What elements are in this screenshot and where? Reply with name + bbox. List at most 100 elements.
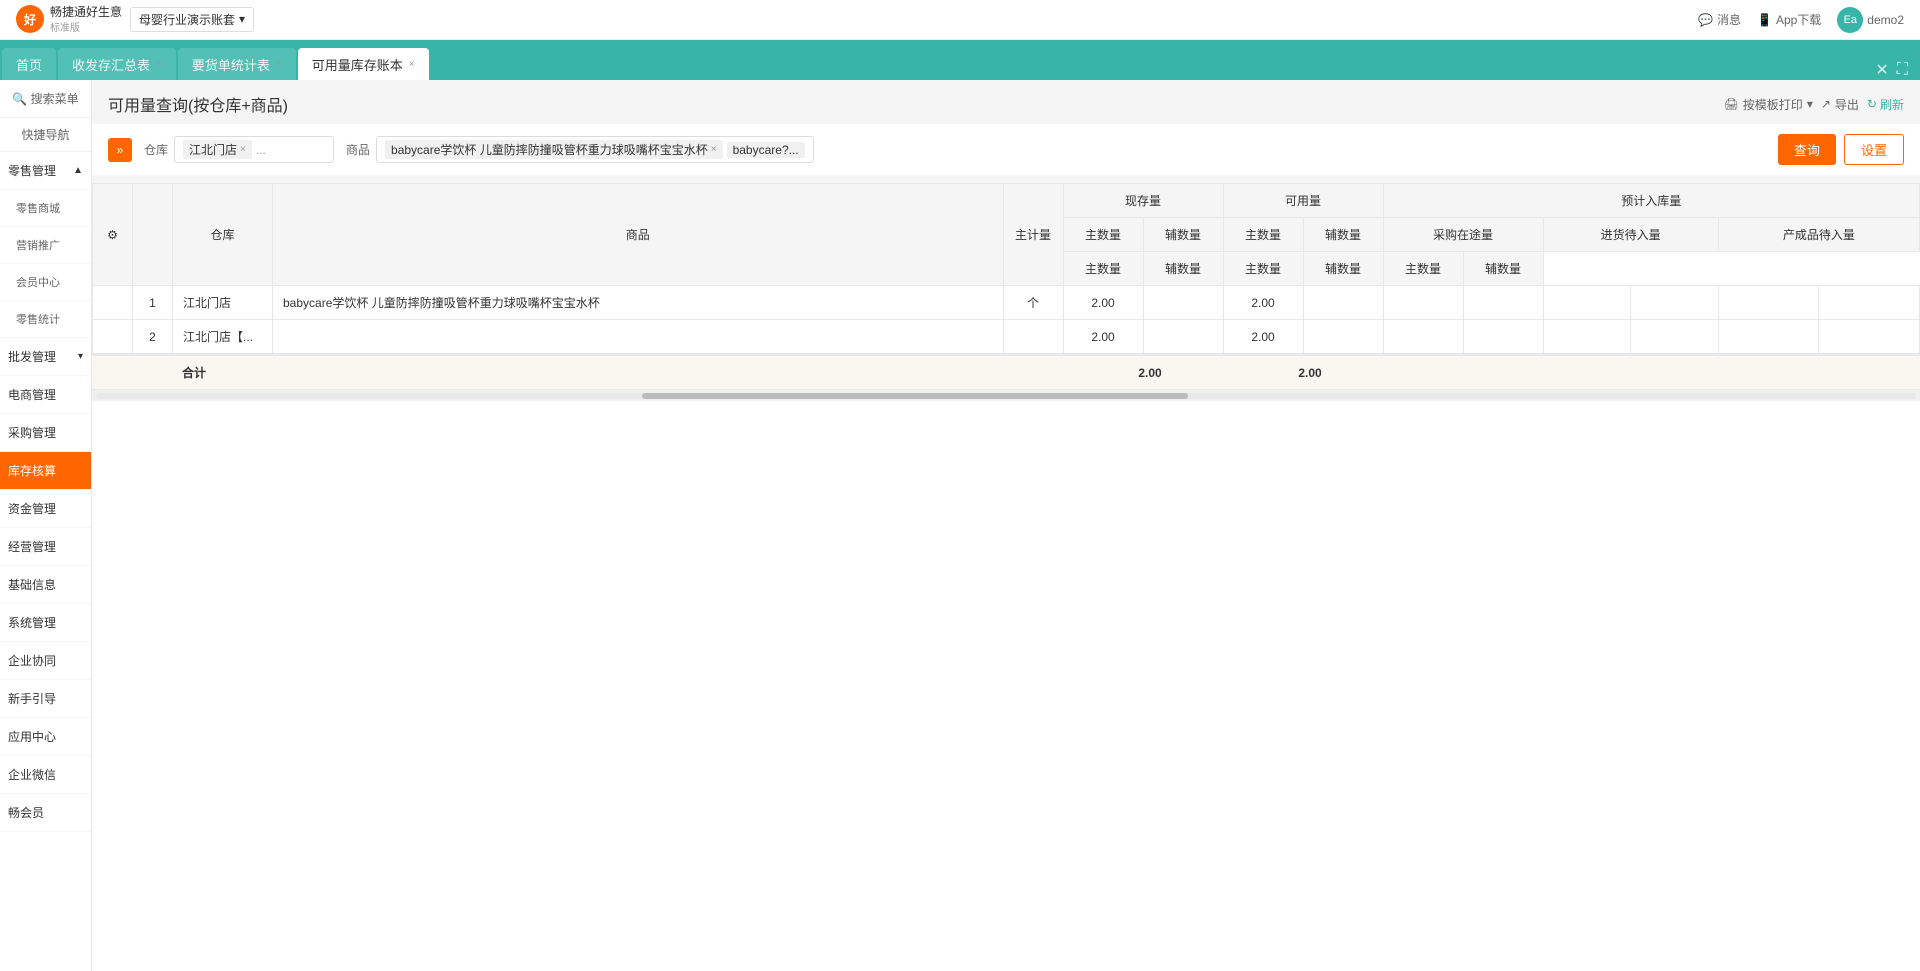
sidebar-item-pifa[interactable]: 批发管理 ▾ [0,338,91,376]
tab-label: 收发存汇总表 [72,55,150,74]
th-purchase-transit-aux: 辅数量 [1143,252,1223,286]
filter-actions: 查询 设置 [1778,134,1904,165]
sidebar-item-jingying[interactable]: 经营管理 [0,528,91,566]
tab-yaohuo[interactable]: 要货单统计表 × [178,48,296,80]
chevron-down-icon: ▾ [1807,97,1813,111]
chevron-down-icon: ▾ [239,12,245,26]
cell-stock-main: 2.00 [1063,320,1143,354]
sidebar-item-lingxiao[interactable]: 零售管理 ▲ [0,152,91,190]
user-menu[interactable]: Ea demo2 [1837,7,1904,33]
footer-stock-main: 2.00 [1110,366,1190,380]
sidebar-item-qiye-weixin[interactable]: 企业微信 [0,756,91,794]
cell-product [273,320,1004,354]
store-selector[interactable]: 母婴行业演示账套 ▾ [130,7,254,32]
top-bar-left: 好 畅捷通好生意 标准版 母婴行业演示账套 ▾ [16,5,254,34]
tab-shoufa[interactable]: 收发存汇总表 × [58,48,176,80]
main-layout: 🔍 搜索菜单 快捷导航 零售管理 ▲ 零售商城 营销推广 会员中心 零售统计 批… [0,80,1920,971]
sidebar-item-shop[interactable]: 零售商城 [0,190,91,227]
setting-button[interactable]: 设置 [1844,134,1904,165]
cell-stock-aux [1143,320,1223,354]
remove-tag-icon[interactable]: × [240,144,246,155]
chevron-icon: ▲ [73,165,83,176]
cell-stock-aux [1143,286,1223,320]
cell-unit [1003,320,1063,354]
filter-toggle-btn[interactable]: » [108,138,132,162]
export-icon: ↗ [1821,97,1831,111]
warehouse-tags[interactable]: 江北门店 × ... [174,136,334,163]
th-unit: 主计量 [1003,184,1063,286]
cell-settings [93,286,133,320]
cell-available-aux [1303,320,1383,354]
tab-home[interactable]: 首页 [2,48,56,80]
cell-available-main: 2.00 [1223,286,1303,320]
page-title: 可用量查询(按仓库+商品) [108,92,288,116]
sidebar-item-dianshang[interactable]: 电商管理 [0,376,91,414]
cell-no: 2 [133,320,173,354]
th-purchase-transit-group: 采购在途量 [1383,218,1543,252]
th-warehouse: 仓库 [173,184,273,286]
sidebar-item-chang-huiyuan[interactable]: 畅会员 [0,794,91,832]
th-product-pending-main: 主数量 [1383,252,1463,286]
th-purchase-transit-main: 主数量 [1063,252,1143,286]
sidebar-item-huiyuan[interactable]: 会员中心 [0,264,91,301]
th-inbound-pending-aux: 辅数量 [1303,252,1383,286]
cell-settings [93,320,133,354]
tab-close-icon[interactable]: × [156,59,162,70]
sidebar-item-jichu[interactable]: 基础信息 [0,566,91,604]
remove-tag-icon[interactable]: × [711,144,717,155]
store-name: 母婴行业演示账套 [139,11,235,28]
page-header: 可用量查询(按仓库+商品) 🖨 按模板打印 ▾ ↗ 导出 ↻ 刷新 [92,80,1920,124]
th-inbound-pending-main: 主数量 [1223,252,1303,286]
sidebar-item-yingyong[interactable]: 应用中心 [0,718,91,756]
close-all-tabs-icon[interactable]: ✕ [1875,60,1888,80]
print-btn[interactable]: 🖨 按模板打印 ▾ [1724,96,1813,113]
sidebar-item-qiye[interactable]: 企业协同 [0,642,91,680]
sidebar-item-xinshou[interactable]: 新手引导 [0,680,91,718]
th-available-main: 主数量 [1223,218,1303,252]
content-area: 可用量查询(按仓库+商品) 🖨 按模板打印 ▾ ↗ 导出 ↻ 刷新 [92,80,1920,971]
export-btn[interactable]: ↗ 导出 [1821,96,1859,113]
app-icon: 📱 [1757,13,1772,27]
search-icon: 🔍 [12,92,27,106]
scroll-thumb [642,393,1188,399]
message-btn[interactable]: 💬 消息 [1698,11,1741,28]
logo: 好 畅捷通好生意 标准版 [16,5,122,34]
sidebar-quick-nav[interactable]: 快捷导航 [0,118,91,152]
query-button[interactable]: 查询 [1778,134,1836,165]
product-tags[interactable]: babycare学饮杯 儿童防摔防撞吸管杯重力球吸嘴杯宝宝水杯 × babyca… [376,136,814,163]
app-download-btn[interactable]: 📱 App下载 [1757,11,1821,28]
sidebar-search[interactable]: 🔍 搜索菜单 [0,80,91,118]
cell-available-aux [1303,286,1383,320]
footer-label: 合计 [182,364,282,381]
cell-stock-main: 2.00 [1063,286,1143,320]
tab-keyongliang[interactable]: 可用量库存账本 × [298,48,429,80]
sidebar-item-xitong[interactable]: 系统管理 [0,604,91,642]
sidebar-item-zijin[interactable]: 资金管理 [0,490,91,528]
tab-label: 首页 [16,55,42,74]
th-stock-group: 现存量 [1063,184,1223,218]
cell-product-pending-main [1718,286,1819,320]
message-icon: 💬 [1698,13,1713,27]
sidebar-item-lingxiao-stat[interactable]: 零售统计 [0,301,91,338]
th-forecast-group: 预计入库量 [1383,184,1919,218]
tab-bar: 首页 收发存汇总表 × 要货单统计表 × 可用量库存账本 × ✕ ⛶ [0,40,1920,80]
sidebar-item-yingxiao[interactable]: 营销推广 [0,227,91,264]
cell-inbound-pending-aux [1631,286,1719,320]
printer-icon: 🖨 [1724,97,1739,111]
cell-product: babycare学饮杯 儿童防摔防撞吸管杯重力球吸嘴杯宝宝水杯 [273,286,1004,320]
filter-area: » 仓库 江北门店 × ... 商品 babycare学饮杯 儿童防摔防撞吸管杯… [92,124,1920,175]
more-filters-icon[interactable]: ... [256,143,266,157]
tab-close-icon[interactable]: × [409,59,415,70]
th-inbound-pending-group: 进货待入量 [1543,218,1718,252]
cell-inbound-pending-main [1543,286,1631,320]
refresh-btn[interactable]: ↻ 刷新 [1867,96,1904,113]
horizontal-scrollbar[interactable] [92,389,1920,401]
sidebar-item-kucun[interactable]: 库存核算 [0,452,91,490]
data-table: ⚙ 仓库 商品 主计量 现存量 [92,183,1920,354]
th-settings[interactable]: ⚙ [93,184,133,286]
refresh-icon: ↻ [1867,97,1877,111]
sidebar-item-caigou[interactable]: 采购管理 [0,414,91,452]
expand-icon[interactable]: ⛶ [1897,61,1908,79]
tab-close-icon[interactable]: × [276,59,282,70]
th-available-group: 可用量 [1223,184,1383,218]
